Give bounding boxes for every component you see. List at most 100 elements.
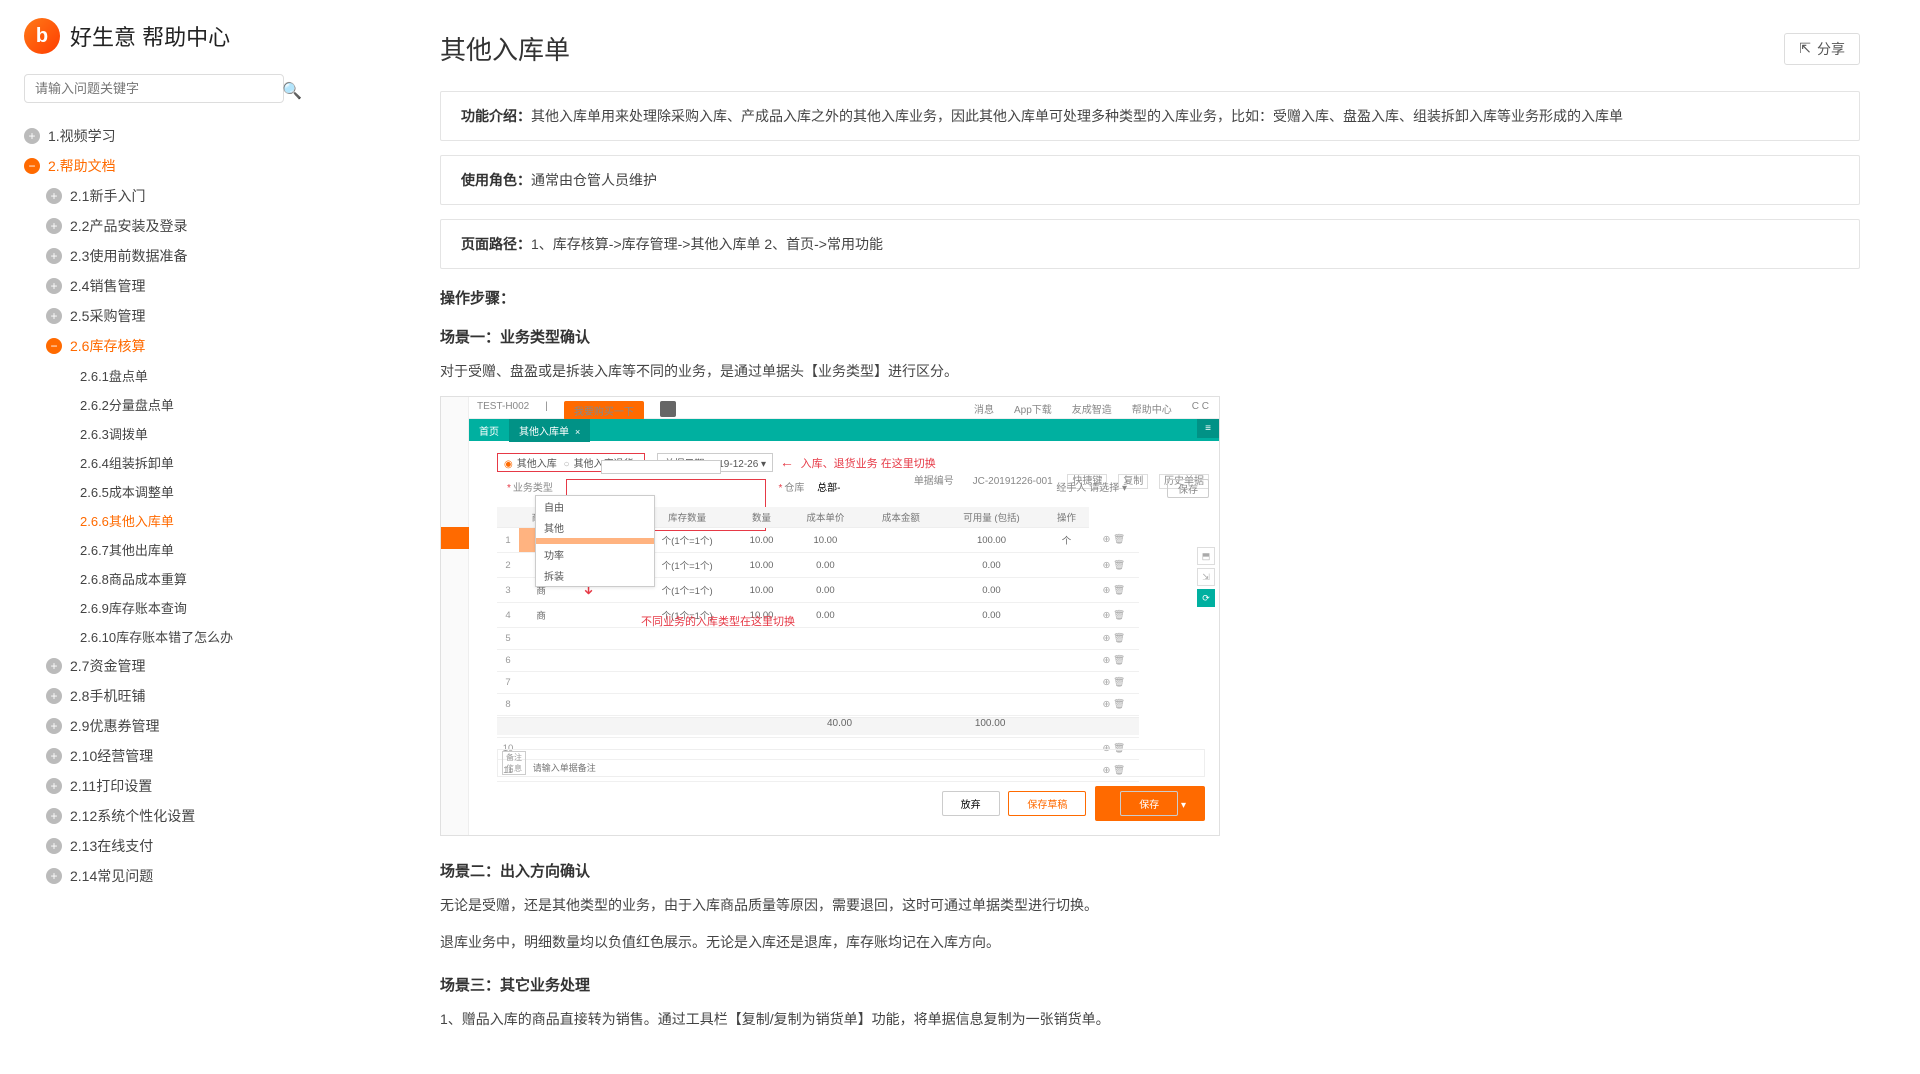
- plus-icon[interactable]: +: [46, 218, 62, 234]
- scr-link-2: 友成智造: [1072, 401, 1112, 416]
- nav-item-label: 2.6.9库存账本查询: [80, 598, 187, 617]
- scr-handler: 经手人 请选择 ▾: [1056, 479, 1127, 494]
- plus-icon[interactable]: +: [46, 838, 62, 854]
- scr-buy-button: 我要购买一下: [564, 401, 644, 420]
- nav-item[interactable]: 2.6.3调拨单: [24, 419, 316, 448]
- plus-icon[interactable]: +: [46, 748, 62, 764]
- plus-icon[interactable]: +: [46, 808, 62, 824]
- nav-item[interactable]: +1.视频学习: [24, 121, 316, 151]
- scr-dd-1: 其他: [536, 517, 654, 538]
- nav-item[interactable]: +2.10经营管理: [24, 741, 316, 771]
- role-text: 通常由仓管人员维护: [531, 172, 657, 188]
- share-button[interactable]: ⇱ 分享: [1784, 33, 1860, 65]
- scr-total-qty: 40.00: [827, 718, 852, 729]
- path-block: 页面路径：1、库存核算->库存管理->其他入库单 2、首页->常用功能: [440, 219, 1860, 269]
- nav-item[interactable]: +2.5采购管理: [24, 301, 316, 331]
- nav-item-label: 2.13在线支付: [70, 836, 153, 856]
- nav-item[interactable]: +2.4销售管理: [24, 271, 316, 301]
- scene2-p1: 无论是受赠，还是其他类型的业务，由于入库商品质量等原因，需要退回，这时可通过单据…: [440, 893, 1860, 918]
- intro-label: 功能介绍：: [461, 108, 531, 124]
- nav-item-label: 2.6.6其他入库单: [80, 511, 174, 530]
- scr-tab-active: 其他入库单×: [509, 419, 590, 442]
- minus-icon[interactable]: −: [46, 338, 62, 354]
- nav-item-label: 2.6.5成本调整单: [80, 482, 174, 501]
- nav-tree: +1.视频学习−2.帮助文档+2.1新手入门+2.2产品安装及登录+2.3使用前…: [24, 121, 316, 891]
- nav-item[interactable]: 2.6.4组装拆卸单: [24, 448, 316, 477]
- brand-logo: b: [24, 18, 60, 54]
- scr-dd-3: 功率: [536, 544, 654, 565]
- scr-remark-icon: 备注信息: [502, 751, 526, 775]
- sidebar: b 好生意 帮助中心 🔍 +1.视频学习−2.帮助文档+2.1新手入门+2.2产…: [0, 0, 340, 1074]
- role-block: 使用角色：通常由仓管人员维护: [440, 155, 1860, 205]
- nav-item-label: 2.8手机旺铺: [70, 686, 145, 706]
- scr-cancel-button: 放弃: [942, 791, 1000, 816]
- plus-icon[interactable]: +: [46, 188, 62, 204]
- scr-divider: |: [545, 401, 548, 412]
- steps-label: 操作步骤：: [440, 287, 1860, 308]
- nav-item-label: 2.2产品安装及登录: [70, 216, 187, 236]
- nav-item[interactable]: +2.9优惠券管理: [24, 711, 316, 741]
- scr-menu-close-icon: ≡: [1197, 419, 1219, 438]
- nav-item[interactable]: 2.6.10库存账本错了怎么办: [24, 622, 316, 651]
- plus-icon[interactable]: +: [46, 278, 62, 294]
- plus-icon[interactable]: +: [46, 658, 62, 674]
- nav-item[interactable]: 2.6.6其他入库单: [24, 506, 316, 535]
- nav-item[interactable]: +2.11打印设置: [24, 771, 316, 801]
- nav-item-label: 2.4销售管理: [70, 276, 145, 296]
- minus-icon[interactable]: −: [24, 158, 40, 174]
- path-text: 1、库存核算->库存管理->其他入库单 2、首页->常用功能: [531, 236, 883, 252]
- plus-icon[interactable]: +: [46, 778, 62, 794]
- nav-item[interactable]: +2.13在线支付: [24, 831, 316, 861]
- nav-item-label: 2.6.7其他出库单: [80, 540, 174, 559]
- scr-dd-0: 自由: [536, 496, 654, 517]
- plus-icon[interactable]: +: [46, 308, 62, 324]
- scr-warehouse-label: 仓库: [784, 483, 804, 494]
- nav-item[interactable]: +2.14常见问题: [24, 861, 316, 891]
- plus-icon[interactable]: +: [46, 688, 62, 704]
- nav-item[interactable]: −2.帮助文档: [24, 151, 316, 181]
- nav-item[interactable]: 2.6.9库存账本查询: [24, 593, 316, 622]
- scr-red-hint2: 不同业务的入库类型在这里切换: [641, 613, 795, 629]
- scr-navbar: 首页 其他入库单× ≡: [469, 419, 1219, 441]
- nav-item-label: 2.11打印设置: [70, 776, 152, 796]
- scene1-text: 对于受赠、盘盈或是拆装入库等不同的业务，是通过单据头【业务类型】进行区分。: [440, 359, 1860, 384]
- plus-icon[interactable]: +: [46, 718, 62, 734]
- plus-icon[interactable]: +: [46, 868, 62, 884]
- role-label: 使用角色：: [461, 172, 531, 188]
- nav-item[interactable]: 2.6.7其他出库单: [24, 535, 316, 564]
- nav-item-label: 2.6.1盘点单: [80, 366, 148, 385]
- scr-tool-icon: ⇲: [1197, 568, 1215, 586]
- nav-item[interactable]: +2.2产品安装及登录: [24, 211, 316, 241]
- nav-item[interactable]: 2.6.1盘点单: [24, 361, 316, 390]
- scr-link-3: 帮助中心: [1132, 401, 1172, 416]
- scr-draft-button: 保存草稿: [1008, 791, 1086, 816]
- plus-icon[interactable]: +: [24, 128, 40, 144]
- nav-item[interactable]: +2.12系统个性化设置: [24, 801, 316, 831]
- scr-tab-active-label: 其他入库单: [519, 427, 569, 438]
- search-input[interactable]: [24, 74, 284, 103]
- plus-icon[interactable]: +: [46, 248, 62, 264]
- nav-item-label: 2.7资金管理: [70, 656, 145, 676]
- nav-item[interactable]: +2.1新手入门: [24, 181, 316, 211]
- nav-item-label: 2.6库存核算: [70, 336, 145, 356]
- nav-item[interactable]: 2.6.2分量盘点单: [24, 390, 316, 419]
- nav-item[interactable]: +2.3使用前数据准备: [24, 241, 316, 271]
- scr-account: TEST-H002: [477, 401, 529, 412]
- nav-item[interactable]: 2.6.8商品成本重算: [24, 564, 316, 593]
- scr-user: C C: [1192, 401, 1209, 412]
- scr-tool-icon: ⬒: [1197, 547, 1215, 565]
- scr-side-tools: ⬒ ⇲ ⟳: [1197, 547, 1215, 610]
- scr-topbar: TEST-H002 | 我要购买一下 C C 帮助中心 友成智造 App下载 消…: [469, 397, 1219, 419]
- scr-save-button: 保存 ▾: [1095, 786, 1205, 821]
- nav-item-label: 2.6.8商品成本重算: [80, 569, 187, 588]
- scr-bottom-buttons: 放弃 保存草稿 保存 ▾: [936, 786, 1205, 821]
- nav-item[interactable]: +2.7资金管理: [24, 651, 316, 681]
- nav-item-label: 2.5采购管理: [70, 306, 145, 326]
- nav-item[interactable]: −2.6库存核算: [24, 331, 316, 361]
- scr-radio1: 其他入库: [517, 459, 557, 470]
- nav-item[interactable]: 2.6.5成本调整单: [24, 477, 316, 506]
- search-icon[interactable]: 🔍: [282, 81, 302, 101]
- nav-item[interactable]: +2.8手机旺铺: [24, 681, 316, 711]
- nav-item-label: 2.6.3调拨单: [80, 424, 148, 443]
- nav-item-label: 2.6.10库存账本错了怎么办: [80, 627, 233, 646]
